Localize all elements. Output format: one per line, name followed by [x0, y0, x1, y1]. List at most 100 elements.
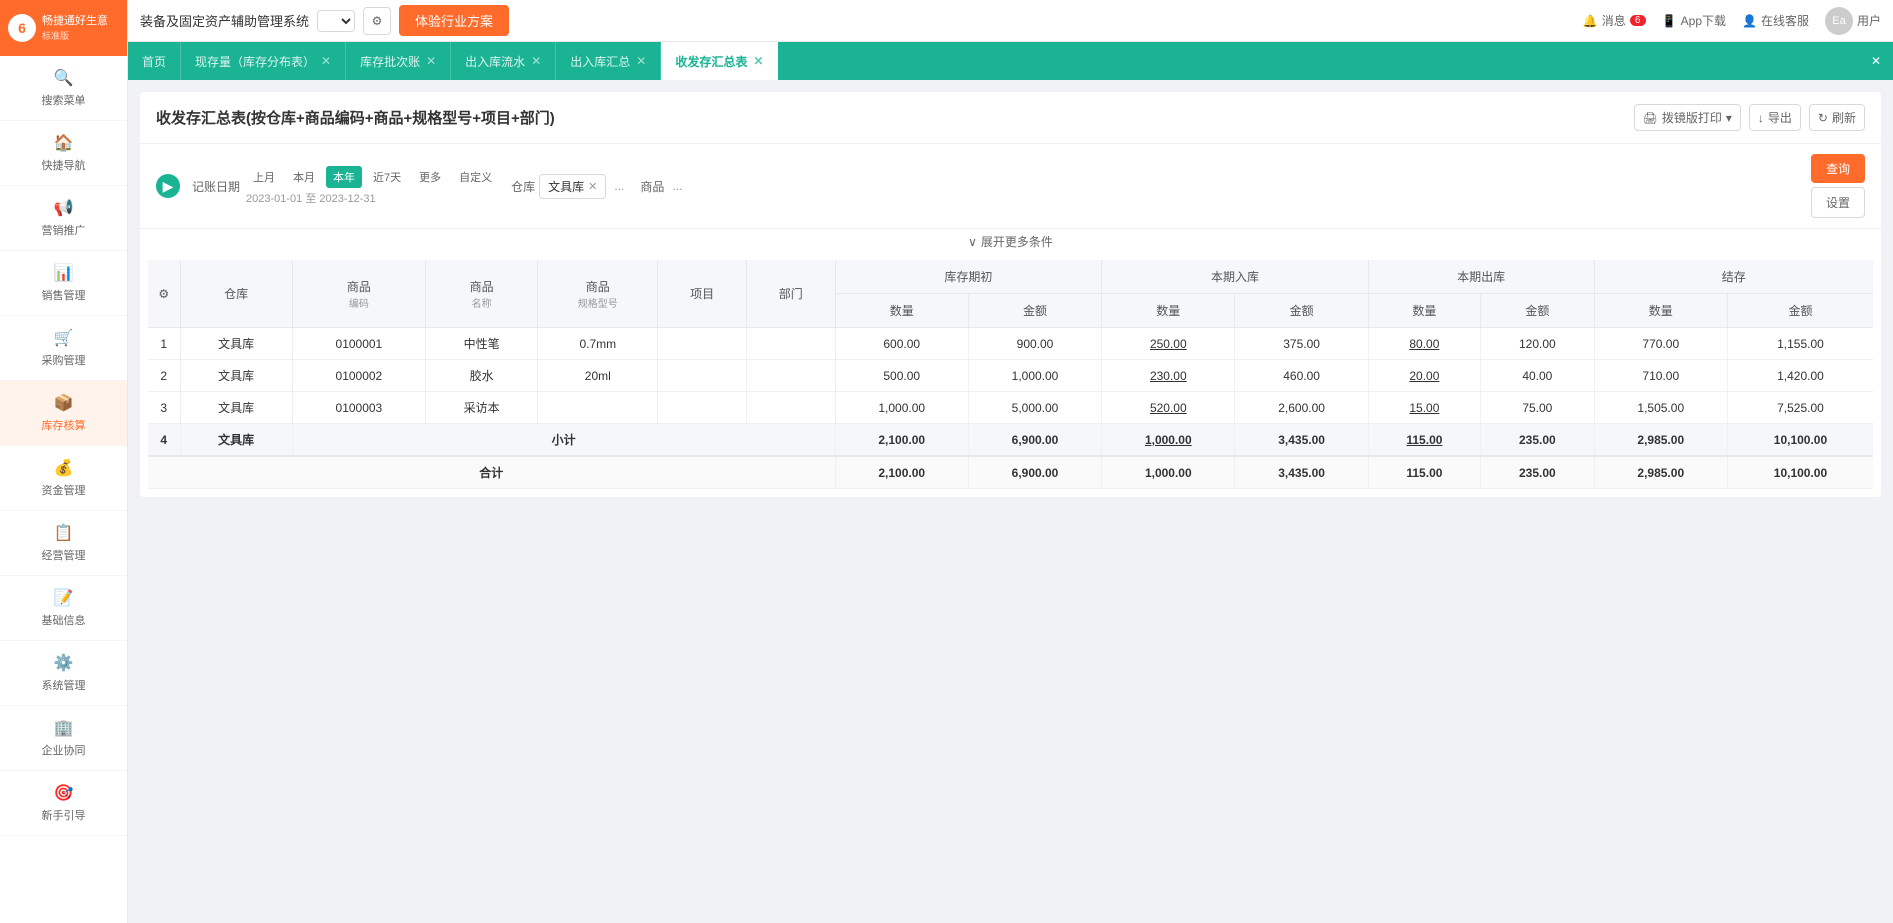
date-btn-this-month[interactable]: 本月	[286, 166, 322, 188]
row-out-qty[interactable]: 20.00	[1368, 360, 1480, 392]
main-area: 装备及固定资产辅助管理系统 ⚙ 体验行业方案 🔔 消息 6 📱 App下载 👤 …	[128, 0, 1893, 923]
subtotal-no: 4	[148, 424, 180, 457]
sub-out-amt: 金额	[1481, 294, 1595, 328]
app-download-item[interactable]: 📱 App下载	[1662, 12, 1726, 29]
subtotal-open-amt: 6,900.00	[968, 424, 1101, 457]
tab-recv-send-summary-label: 收发存汇总表	[675, 53, 747, 70]
row-in-qty[interactable]: 250.00	[1102, 328, 1235, 360]
total-label: 合计	[148, 456, 835, 489]
row-warehouse: 文具库	[180, 328, 292, 360]
sidebar-item-quick-nav[interactable]: 🏠 快捷导航	[0, 121, 127, 186]
print-label: 拨镜版打印	[1662, 109, 1722, 126]
filter-settings-button[interactable]: 设置	[1811, 187, 1865, 218]
row-in-qty[interactable]: 520.00	[1102, 392, 1235, 424]
row-open-qty: 500.00	[835, 360, 968, 392]
row-goods-spec: 0.7mm	[538, 328, 658, 360]
row-close-qty: 1,505.00	[1594, 392, 1727, 424]
row-open-amt: 1,000.00	[968, 360, 1101, 392]
sidebar-item-search[interactable]: 🔍 搜索菜单	[0, 56, 127, 121]
gear-button[interactable]: ⚙	[363, 7, 391, 35]
sidebar-item-enterprise[interactable]: 🏢 企业协同	[0, 706, 127, 771]
col-warehouse-header: 仓库	[180, 260, 292, 328]
tab-stock-dist-close[interactable]: ✕	[321, 54, 331, 68]
tab-recv-send-summary[interactable]: 收发存汇总表 ✕	[661, 42, 778, 80]
date-btn-last-month[interactable]: 上月	[246, 166, 282, 188]
sidebar-item-sales[interactable]: 📊 销售管理	[0, 251, 127, 316]
tab-recv-send-summary-close[interactable]: ✕	[753, 54, 763, 68]
system-select[interactable]	[317, 10, 355, 32]
total-close-amt: 10,100.00	[1727, 456, 1873, 489]
goods-dots[interactable]: ...	[668, 179, 686, 193]
sidebar-item-marketing[interactable]: 📢 营销推广	[0, 186, 127, 251]
row-out-qty[interactable]: 15.00	[1368, 392, 1480, 424]
tab-bar-close[interactable]: ✕	[1859, 42, 1893, 80]
tab-batch-close[interactable]: ✕	[426, 54, 436, 68]
expand-more-button[interactable]: ∨ 展开更多条件	[968, 233, 1053, 250]
sidebar-item-inventory[interactable]: 📦 库存核算	[0, 381, 127, 446]
warehouse-tag-close[interactable]: ✕	[588, 180, 597, 193]
row-close-qty: 770.00	[1594, 328, 1727, 360]
refresh-button[interactable]: ↻ 刷新	[1809, 104, 1865, 131]
page-title: 收发存汇总表(按仓库+商品编码+商品+规格型号+项目+部门)	[156, 107, 555, 128]
download-icon: 📱	[1662, 14, 1677, 28]
total-out-qty: 115.00	[1368, 456, 1480, 489]
tab-batch[interactable]: 库存批次账 ✕	[346, 42, 451, 80]
tab-in-out-summary-close[interactable]: ✕	[636, 54, 646, 68]
row-dept	[746, 360, 835, 392]
row-out-amt: 75.00	[1481, 392, 1595, 424]
col-settings-header[interactable]: ⚙	[148, 260, 180, 328]
tab-home[interactable]: 首页	[128, 42, 181, 80]
query-button[interactable]: 查询	[1811, 154, 1865, 183]
trial-button[interactable]: 体验行业方案	[399, 5, 509, 36]
message-badge: 6	[1630, 15, 1646, 26]
export-button[interactable]: ↓ 导出	[1749, 104, 1801, 131]
table-row: 2 文具库 0100002 胶水 20ml 500.00 1,000.00 23…	[148, 360, 1873, 392]
subtotal-warehouse: 文具库	[180, 424, 292, 457]
row-goods-name: 胶水	[426, 360, 538, 392]
date-btn-more[interactable]: 更多	[412, 166, 448, 188]
total-open-amt: 6,900.00	[968, 456, 1101, 489]
page-actions: 🖨 拨镜版打印 ▾ ↓ 导出 ↻ 刷新	[1634, 104, 1865, 131]
export-label: 导出	[1768, 109, 1792, 126]
refresh-icon: ↻	[1818, 111, 1828, 125]
tab-in-out-flow-close[interactable]: ✕	[531, 54, 541, 68]
sidebar-item-finance[interactable]: 💰 资金管理	[0, 446, 127, 511]
row-out-qty[interactable]: 80.00	[1368, 328, 1480, 360]
sub-out-qty: 数量	[1368, 294, 1480, 328]
row-in-qty[interactable]: 230.00	[1102, 360, 1235, 392]
tab-stock-dist[interactable]: 现存量（库存分布表） ✕	[181, 42, 346, 80]
message-item[interactable]: 🔔 消息 6	[1583, 12, 1646, 29]
date-btn-this-year[interactable]: 本年	[326, 166, 362, 188]
sidebar-item-operations[interactable]: 📋 经营管理	[0, 511, 127, 576]
user-item[interactable]: Ea 用户	[1825, 7, 1881, 35]
sidebar-nav: 🔍 搜索菜单 🏠 快捷导航 📢 营销推广 📊 销售管理 🛒 采购管理 📦	[0, 56, 127, 923]
sub-in-qty: 数量	[1102, 294, 1235, 328]
warehouse-dots[interactable]: ...	[610, 179, 628, 193]
row-no: 3	[148, 392, 180, 424]
sidebar-item-purchase[interactable]: 🛒 采购管理	[0, 316, 127, 381]
tab-in-out-summary[interactable]: 出入库汇总 ✕	[556, 42, 661, 80]
sidebar-item-label: 搜索菜单	[42, 92, 86, 108]
date-btn-custom[interactable]: 自定义	[452, 166, 499, 188]
top-bar-left: 装备及固定资产辅助管理系统 ⚙ 体验行业方案	[140, 5, 509, 36]
print-button[interactable]: 🖨 拨镜版打印 ▾	[1634, 104, 1741, 131]
online-service-item[interactable]: 👤 在线客服	[1742, 12, 1809, 29]
row-dept	[746, 328, 835, 360]
date-btn-7days[interactable]: 近7天	[366, 166, 408, 188]
filter-expand-button[interactable]: ▶	[156, 174, 180, 198]
top-bar-right: 🔔 消息 6 📱 App下载 👤 在线客服 Ea 用户	[1583, 7, 1881, 35]
warehouse-tag[interactable]: 文具库 ✕	[539, 174, 606, 199]
date-filter-label: 记账日期	[192, 178, 240, 195]
tab-in-out-flow[interactable]: 出入库流水 ✕	[451, 42, 556, 80]
refresh-label: 刷新	[1832, 109, 1856, 126]
row-goods-spec: 20ml	[538, 360, 658, 392]
subtotal-in-qty[interactable]: 1,000.00	[1102, 424, 1235, 457]
sidebar-item-guide[interactable]: 🎯 新手引导	[0, 771, 127, 836]
content-area: 收发存汇总表(按仓库+商品编码+商品+规格型号+项目+部门) 🖨 拨镜版打印 ▾…	[128, 80, 1893, 923]
sidebar-item-system[interactable]: ⚙️ 系统管理	[0, 641, 127, 706]
subtotal-out-qty[interactable]: 115.00	[1368, 424, 1480, 457]
sidebar-item-base-info[interactable]: 📝 基础信息	[0, 576, 127, 641]
logo-text: 畅捷通好生意	[42, 14, 108, 29]
row-no: 2	[148, 360, 180, 392]
settings-icon: ⚙	[158, 287, 169, 301]
